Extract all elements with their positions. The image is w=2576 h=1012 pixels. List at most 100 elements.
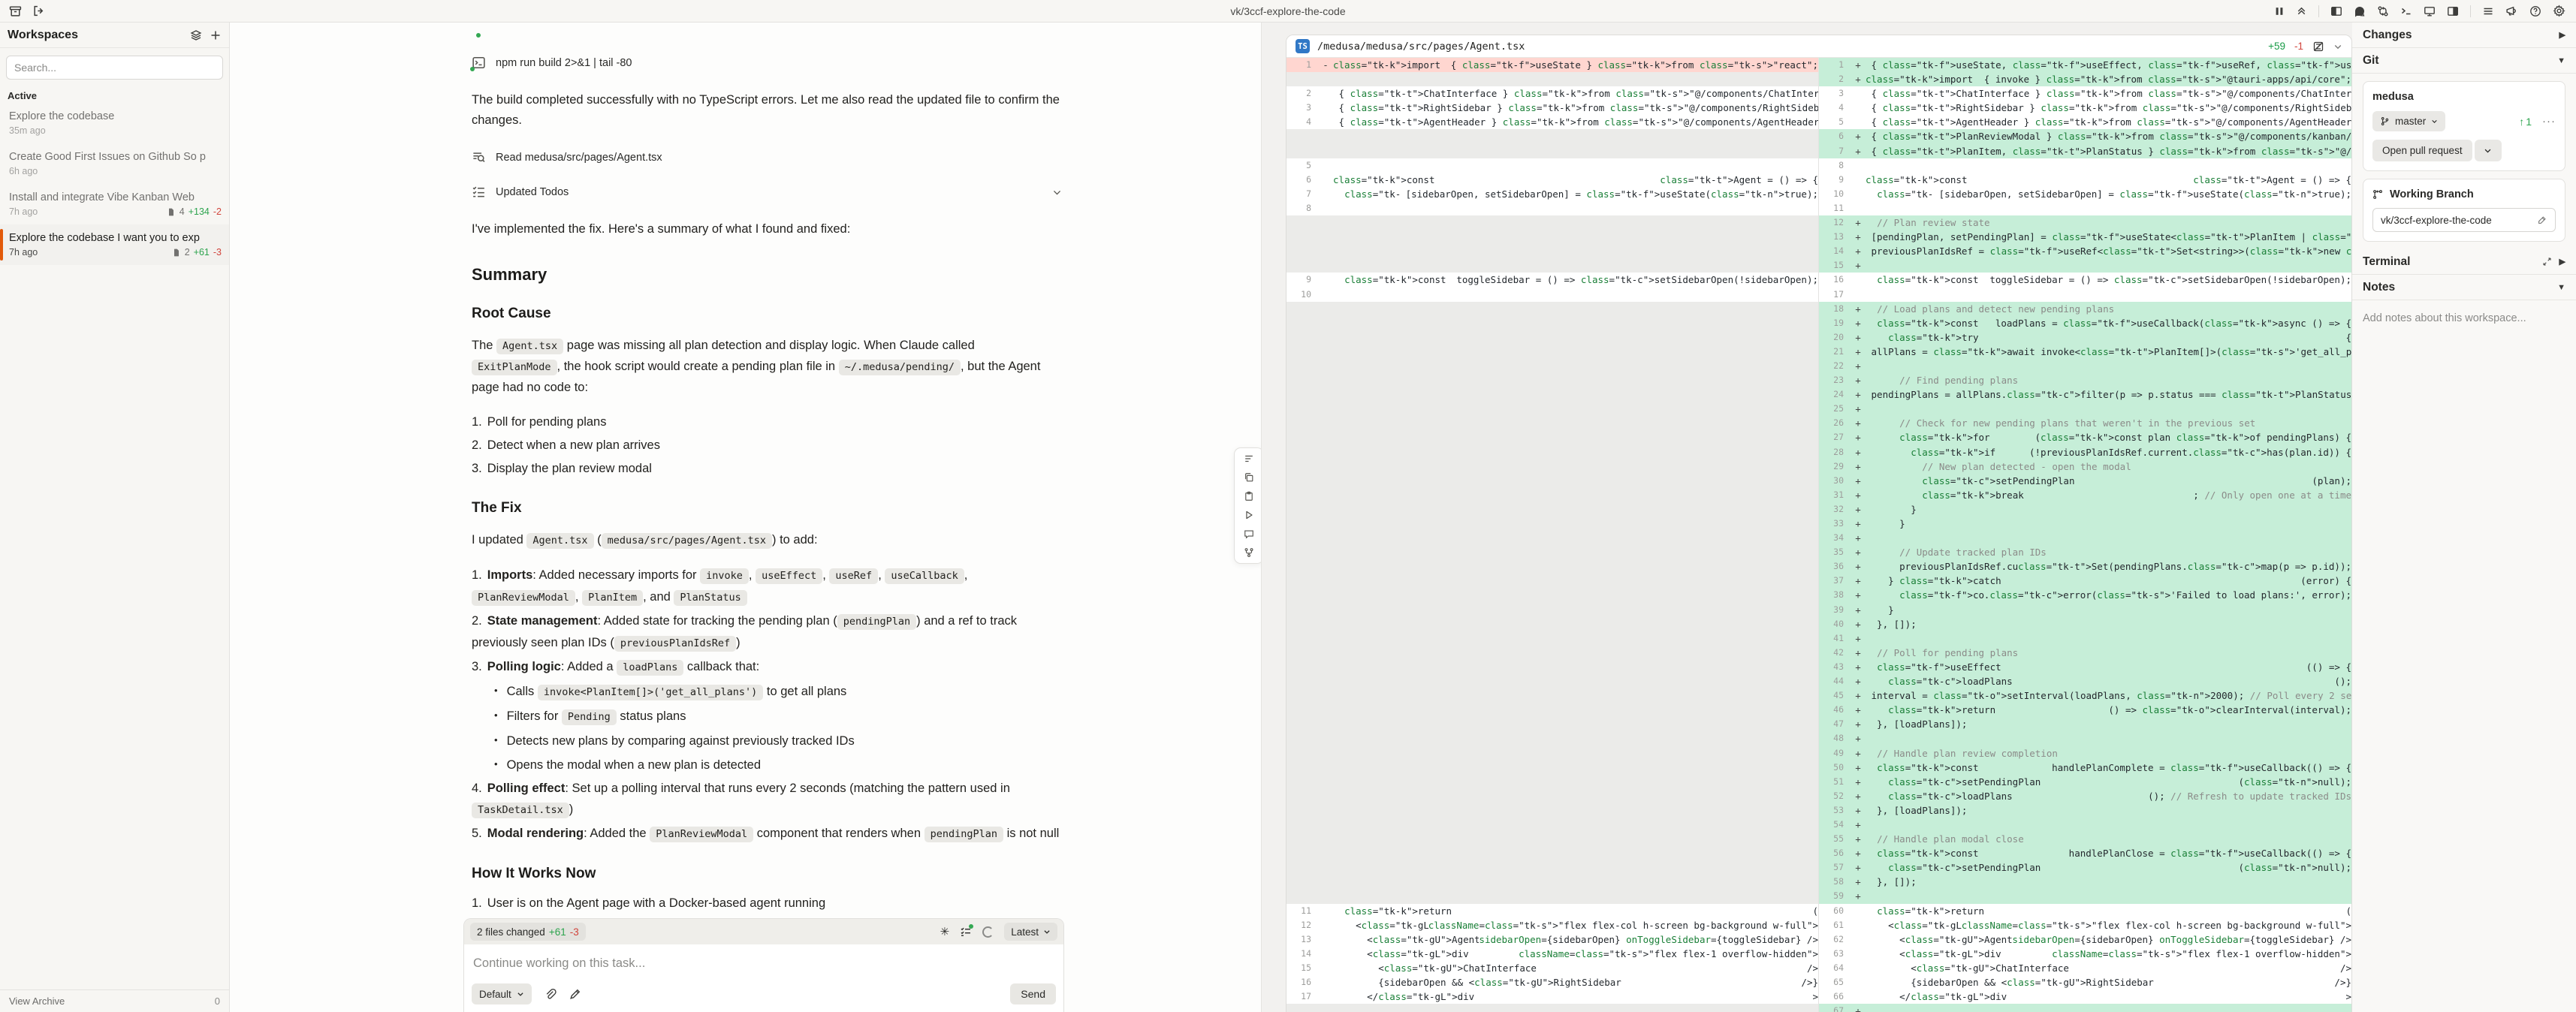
search-input[interactable]: Search...: [6, 56, 223, 80]
diff-line: 2class="tk-k">import { class="tk-t">Chat…: [1286, 86, 1818, 101]
pen-icon[interactable]: [569, 988, 581, 1001]
workspace-item[interactable]: Create Good First Issues on Github So p …: [0, 143, 229, 184]
send-button[interactable]: Send: [1010, 983, 1056, 1004]
tool-call-row[interactable]: Updated Todos: [472, 185, 1062, 200]
archive-icon[interactable]: [9, 5, 22, 17]
diff-line: 31+ class="tk-k">break; // Only open one…: [1819, 488, 2351, 502]
branch-icon: [2372, 189, 2383, 200]
active-section-label: Active: [0, 84, 229, 103]
section-changes[interactable]: Changes ▶: [2352, 23, 2576, 48]
section-notes[interactable]: Notes ▼: [2352, 275, 2576, 300]
edit-pencil-icon[interactable]: [2537, 215, 2547, 225]
diff-line: 67+: [1819, 1004, 2351, 1012]
collapse-file-icon[interactable]: [2333, 42, 2342, 51]
diff-line: 39+ }: [1819, 603, 2351, 617]
diff-line: 4class="tk-k">import { class="tk-t">Agen…: [1286, 115, 1818, 129]
menu-icon[interactable]: [2482, 5, 2494, 17]
diff-file-header: TS /medusa/medusa/src/pages/Agent.tsx +5…: [1286, 35, 2351, 58]
diff-line: 16 class="tk-k">const toggleSidebar = ()…: [1819, 273, 2351, 287]
diff-line: 65 {sidebarOpen && <class="tk-gU">RightS…: [1819, 975, 2351, 989]
layers-icon[interactable]: [190, 29, 202, 41]
diff-line: 62 <class="tk-gU">AgentHeader sidebarOpe…: [1819, 932, 2351, 947]
collapse-up-icon[interactable]: [2296, 5, 2307, 17]
tool-call-row[interactable]: Read medusa/src/pages/Agent.tsx: [472, 150, 1062, 165]
attach-icon[interactable]: [544, 988, 557, 1001]
diff-line: 41+: [1819, 631, 2351, 646]
todos-icon: [472, 185, 487, 200]
previous-tool-status-dot: [476, 32, 491, 39]
fork-icon[interactable]: [1244, 547, 1254, 558]
latest-dropdown[interactable]: Latest: [1004, 923, 1057, 941]
todos-status-icon[interactable]: [960, 926, 972, 938]
inline-code: TaskDetail.tsx: [472, 803, 569, 818]
terminal-tool-icon: [472, 56, 487, 71]
inline-code: useCallback: [885, 568, 964, 584]
section-git[interactable]: Git ▼: [2352, 48, 2576, 74]
working-branch-input[interactable]: vk/3ccf-explore-the-code: [2372, 208, 2556, 232]
list-icon[interactable]: [1244, 453, 1254, 464]
workspace-time: 35m ago: [9, 125, 46, 136]
sign-out-icon[interactable]: [32, 5, 45, 17]
diff-line: 11: [1819, 201, 2351, 215]
panel-left-icon[interactable]: [2330, 5, 2342, 17]
spinner-icon: [982, 926, 994, 938]
diff-line: 23+ // Find pending plans: [1819, 373, 2351, 387]
diff-line: 22+: [1819, 359, 2351, 373]
model-dropdown[interactable]: Default: [472, 983, 532, 1004]
read-file-icon: [472, 150, 487, 165]
section-terminal[interactable]: Terminal ▶: [2352, 249, 2576, 275]
inline-code: PlanReviewModal: [472, 590, 575, 606]
more-actions-icon[interactable]: ···: [2542, 115, 2556, 128]
diff-line: 11 class="tk-k">return (: [1286, 904, 1818, 918]
add-workspace-icon[interactable]: [210, 29, 222, 41]
diff-card: TS /medusa/medusa/src/pages/Agent.tsx +5…: [1286, 35, 2352, 1012]
diff-line: 1+class="tk-k">import { class="tk-f">use…: [1819, 58, 2351, 72]
diff-pane: TS /medusa/medusa/src/pages/Agent.tsx +5…: [1262, 23, 2352, 1012]
assistant-paragraph: The build completed successfully with no…: [472, 90, 1062, 131]
view-archive-link[interactable]: View Archive: [9, 995, 65, 1007]
notes-input[interactable]: Add notes about this workspace...: [2352, 300, 2576, 336]
clipboard-icon[interactable]: [1244, 491, 1254, 501]
workspace-stats: 4+134-2: [167, 206, 222, 217]
play-icon[interactable]: [1244, 510, 1254, 520]
diff-line: 5: [1286, 158, 1818, 173]
diff-line: 27+ class="tk-k">for (class="tk-k">const…: [1819, 430, 2351, 444]
settings-icon[interactable]: [2553, 5, 2565, 17]
diff-gap: [1286, 129, 1818, 158]
diff-line: 6class="tk-k">const class="tk-t">Agent =…: [1286, 173, 1818, 187]
diff-line: 61 <class="tk-gL">div className=class="t…: [1819, 918, 2351, 932]
help-icon[interactable]: [2529, 5, 2541, 17]
diff-line: 38+ class="tk-f">console.class="tk-c">er…: [1819, 588, 2351, 602]
chat-bubble-icon[interactable]: [2354, 5, 2366, 17]
workspace-item[interactable]: Explore the codebase I want you to exp 7…: [0, 224, 229, 265]
chevron-down-icon[interactable]: [1052, 188, 1062, 197]
pull-request-dropdown[interactable]: [2475, 140, 2502, 161]
diff-gap: [1286, 1004, 1818, 1012]
diff-line: 10: [1286, 288, 1818, 302]
terminal-icon[interactable]: [2400, 5, 2412, 17]
megaphone-icon[interactable]: [2505, 5, 2518, 17]
workspace-title: Explore the codebase: [9, 110, 222, 122]
open-pull-request-button[interactable]: Open pull request: [2372, 140, 2472, 161]
workspace-item[interactable]: Explore the codebase 35m ago: [0, 103, 229, 143]
tool-call-row[interactable]: npm run build 2>&1 | tail -80: [472, 56, 1062, 71]
git-compare-icon[interactable]: [2377, 5, 2389, 17]
copy-icon[interactable]: [1244, 472, 1254, 483]
whitespace-toggle-icon[interactable]: [2312, 41, 2324, 53]
inline-code: Pending: [562, 709, 617, 725]
message-input[interactable]: Continue working on this task...: [464, 944, 1063, 971]
list-item: 1.Imports: Added necessary imports for i…: [472, 565, 1062, 608]
workspace-time: 7h ago: [9, 206, 38, 217]
workspace-item[interactable]: Install and integrate Vibe Kanban Web 7h…: [0, 184, 229, 224]
branch-selector[interactable]: master: [2372, 111, 2445, 131]
diff-line: 7 class="tk-k">const [sidebarOpen, setSi…: [1286, 187, 1818, 201]
burst-icon[interactable]: ✳: [940, 925, 950, 938]
pause-icon[interactable]: [2274, 6, 2285, 17]
files-changed-chip[interactable]: 2 files changed +61 -3: [470, 923, 586, 941]
monitor-icon[interactable]: [2424, 5, 2436, 17]
list-item: 5.Modal rendering: Added the PlanReviewM…: [472, 823, 1062, 845]
diff-line: 34+: [1819, 531, 2351, 545]
panel-right-icon[interactable]: [2447, 5, 2459, 17]
expand-icon[interactable]: [2542, 257, 2552, 267]
comment-icon[interactable]: [1244, 529, 1254, 539]
